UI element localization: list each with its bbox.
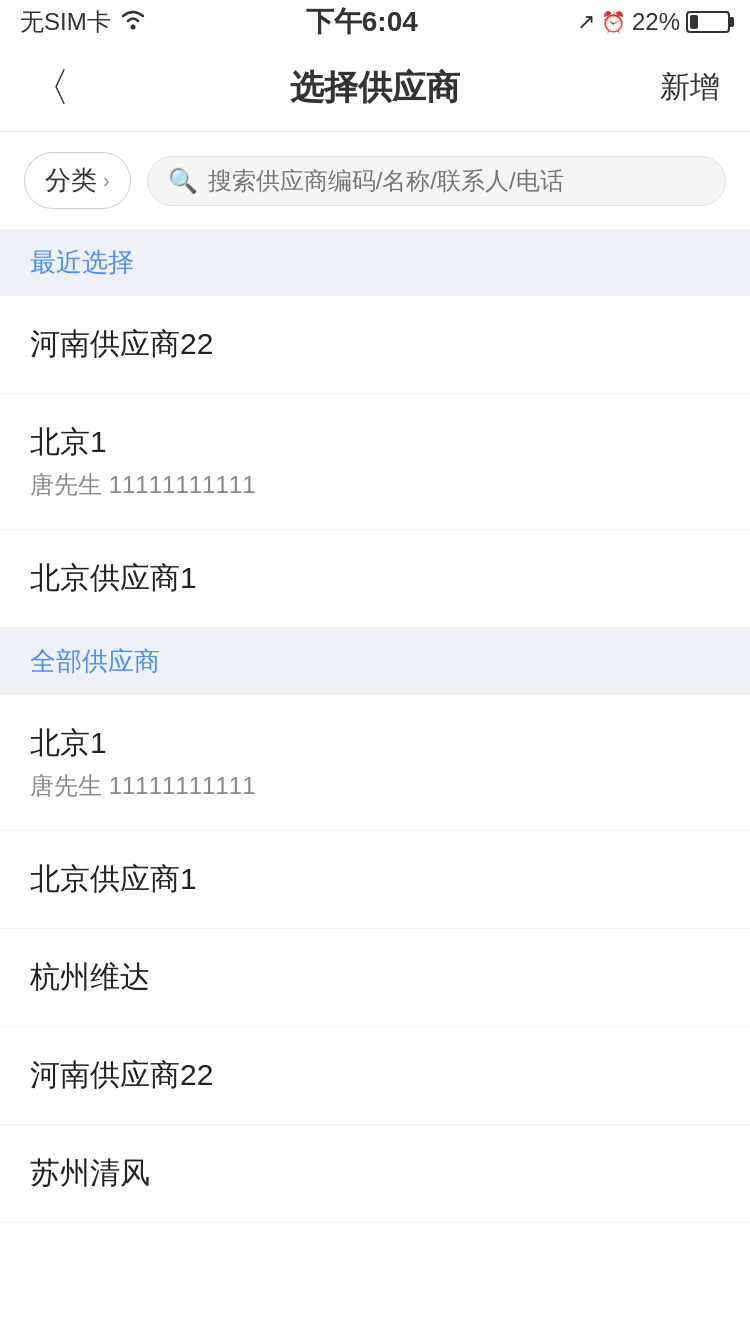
recent-list: 河南供应商22 北京1 唐先生 11111111111 北京供应商1 xyxy=(0,296,750,628)
item-name: 杭州维达 xyxy=(30,957,720,998)
item-name: 苏州清风 xyxy=(30,1153,720,1194)
recent-list-item[interactable]: 北京1 唐先生 11111111111 xyxy=(0,394,750,530)
status-right: ↗ ⏰ 22% xyxy=(577,8,730,36)
all-list-item[interactable]: 苏州清风 xyxy=(0,1125,750,1223)
item-name: 北京1 xyxy=(30,723,720,764)
alarm-icon: ⏰ xyxy=(601,10,626,34)
location-icon: ↗ xyxy=(577,9,595,35)
chevron-icon: › xyxy=(103,169,110,192)
all-list-item[interactable]: 北京供应商1 xyxy=(0,831,750,929)
status-bar: 无SIM卡 下午6:04 ↗ ⏰ 22% xyxy=(0,0,750,44)
all-list-item[interactable]: 北京1 唐先生 11111111111 xyxy=(0,695,750,831)
recent-section-header: 最近选择 xyxy=(0,229,750,296)
add-button[interactable]: 新增 xyxy=(640,67,720,108)
all-list-item[interactable]: 河南供应商22 xyxy=(0,1027,750,1125)
back-button[interactable]: 〈 xyxy=(30,60,110,115)
wifi-signal xyxy=(119,8,147,36)
battery-icon xyxy=(686,11,730,33)
item-name: 河南供应商22 xyxy=(30,1055,720,1096)
all-section-label: 全部供应商 xyxy=(30,646,160,676)
item-name: 北京供应商1 xyxy=(30,859,720,900)
all-section-header: 全部供应商 xyxy=(0,628,750,695)
all-list-item[interactable]: 杭州维达 xyxy=(0,929,750,1027)
category-label: 分类 xyxy=(45,163,97,198)
carrier-label: 无SIM卡 xyxy=(20,6,111,38)
page-title: 选择供应商 xyxy=(290,65,460,111)
item-name: 河南供应商22 xyxy=(30,324,720,365)
recent-section-label: 最近选择 xyxy=(30,247,134,277)
item-name: 北京供应商1 xyxy=(30,558,720,599)
svg-point-0 xyxy=(130,25,135,30)
search-input[interactable] xyxy=(208,167,705,195)
status-time: 下午6:04 xyxy=(306,3,418,41)
search-icon: 🔍 xyxy=(168,167,198,195)
nav-bar: 〈 选择供应商 新增 xyxy=(0,44,750,132)
recent-list-item[interactable]: 河南供应商22 xyxy=(0,296,750,394)
all-list: 北京1 唐先生 11111111111 北京供应商1 杭州维达河南供应商22 苏州清… xyxy=(0,695,750,1223)
category-filter[interactable]: 分类 › xyxy=(24,152,131,209)
filter-bar: 分类 › 🔍 xyxy=(0,132,750,229)
item-sub: 唐先生 11111111111 xyxy=(30,770,720,802)
item-name: 北京1 xyxy=(30,422,720,463)
battery-percent: 22% xyxy=(632,8,680,36)
status-left: 无SIM卡 xyxy=(20,6,147,38)
recent-list-item[interactable]: 北京供应商1 xyxy=(0,530,750,628)
search-box[interactable]: 🔍 xyxy=(147,156,726,206)
item-sub: 唐先生 11111111111 xyxy=(30,469,720,501)
